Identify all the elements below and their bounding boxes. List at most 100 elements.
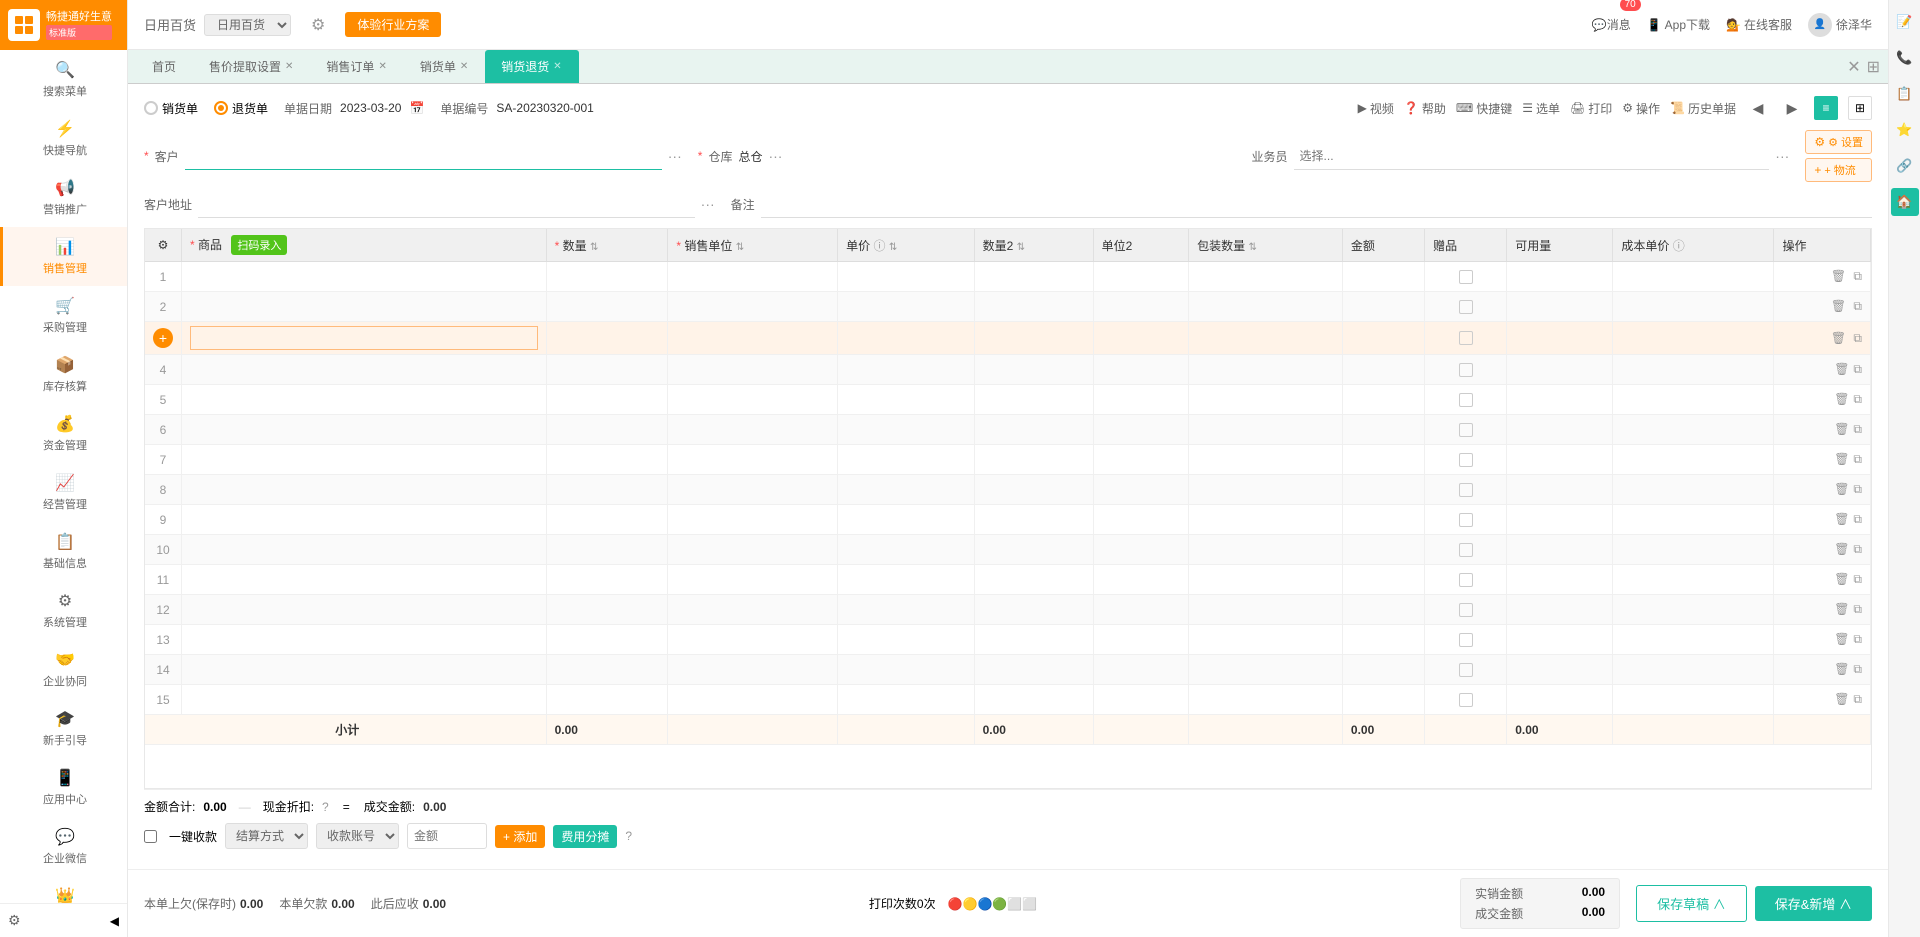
gift-checkbox-12[interactable] bbox=[1459, 603, 1473, 617]
next-record-btn[interactable]: ▶ bbox=[1780, 96, 1804, 120]
prev-record-btn[interactable]: ◀ bbox=[1746, 96, 1770, 120]
sidebar-item-app-center[interactable]: 📱 应用中心 bbox=[0, 758, 127, 817]
sidebar-item-guide[interactable]: 🎓 新手引导 bbox=[0, 699, 127, 758]
sidebar-item-member[interactable]: 👑 畅会员 bbox=[0, 876, 127, 903]
app-download-btn[interactable]: 📱 App下载 bbox=[1647, 16, 1710, 33]
delete-icon-1[interactable]: 🗑 bbox=[1831, 269, 1846, 283]
sidebar-item-weixin[interactable]: 💬 企业微信 bbox=[0, 817, 127, 876]
payment-method-select[interactable]: 结算方式 bbox=[225, 823, 308, 849]
copy-icon-2[interactable]: ⧉ bbox=[1853, 299, 1862, 313]
fee-split-btn[interactable]: 费用分摊 bbox=[553, 825, 617, 848]
right-panel-phone[interactable]: 📞 bbox=[1891, 44, 1919, 72]
view-list-btn[interactable]: ≡ bbox=[1814, 96, 1838, 120]
shortcut-action[interactable]: ⌨ 快捷键 bbox=[1456, 100, 1512, 117]
settings-gear-btn[interactable]: ⚙ bbox=[299, 11, 337, 39]
save-draft-btn[interactable]: 保存草稿 ∧ bbox=[1636, 885, 1747, 922]
sidebar-item-enterprise[interactable]: 🤝 企业协同 bbox=[0, 640, 127, 699]
right-panel-link[interactable]: 🔗 bbox=[1891, 152, 1919, 180]
sidebar-item-finance[interactable]: 💰 资金管理 bbox=[0, 404, 127, 463]
warehouse-select-btn[interactable]: ··· bbox=[768, 148, 782, 164]
gift-checkbox-9[interactable] bbox=[1459, 513, 1473, 527]
right-panel-notes[interactable]: 📝 bbox=[1891, 8, 1919, 36]
settings-btn[interactable]: ⚙ ⚙ 设置 bbox=[1805, 130, 1872, 154]
gift-checkbox-14[interactable] bbox=[1459, 663, 1473, 677]
scan-btn[interactable]: 扫码录入 bbox=[231, 235, 287, 255]
tab-close-all-btn[interactable]: ✕ bbox=[1847, 57, 1860, 77]
delete-icon-9[interactable]: 🗑 bbox=[1834, 512, 1849, 526]
tab-sales-delivery[interactable]: 销货单 ✕ bbox=[404, 50, 485, 83]
radio-sale[interactable]: 销货单 bbox=[144, 100, 198, 117]
delete-icon-13[interactable]: 🗑 bbox=[1834, 632, 1849, 646]
gift-checkbox-7[interactable] bbox=[1459, 453, 1473, 467]
table-settings-icon[interactable]: ⚙ bbox=[158, 238, 169, 252]
staff-select-btn[interactable]: ··· bbox=[1775, 148, 1789, 164]
sidebar-settings-icon[interactable]: ⚙ bbox=[8, 912, 21, 929]
copy-icon-7[interactable]: ⧉ bbox=[1853, 452, 1862, 466]
video-action[interactable]: ▶ 视频 bbox=[1358, 100, 1394, 117]
sidebar-item-basic-info[interactable]: 📋 基础信息 bbox=[0, 522, 127, 581]
user-info[interactable]: 👤 徐泽华 bbox=[1808, 13, 1872, 37]
delete-icon-8[interactable]: 🗑 bbox=[1834, 482, 1849, 496]
add-row-btn[interactable]: + bbox=[153, 328, 173, 348]
tab-close-sales-delivery[interactable]: ✕ bbox=[460, 61, 468, 72]
note-input[interactable] bbox=[761, 190, 1872, 218]
gift-checkbox-6[interactable] bbox=[1459, 423, 1473, 437]
gift-checkbox-8[interactable] bbox=[1459, 483, 1473, 497]
copy-icon-10[interactable]: ⧉ bbox=[1853, 542, 1862, 556]
view-grid-btn[interactable]: ⊞ bbox=[1848, 96, 1872, 120]
qty-sort-icon[interactable]: ⇅ bbox=[590, 242, 598, 253]
copy-icon-4[interactable]: ⧉ bbox=[1853, 362, 1862, 376]
copy-icon-1[interactable]: ⧉ bbox=[1853, 269, 1862, 283]
add-btn[interactable]: + 添加 bbox=[495, 825, 545, 848]
staff-input[interactable] bbox=[1294, 142, 1770, 170]
select-action[interactable]: ☰ 选单 bbox=[1522, 100, 1560, 117]
tab-close-sales-order[interactable]: ✕ bbox=[378, 61, 386, 72]
gift-checkbox-4[interactable] bbox=[1459, 363, 1473, 377]
right-panel-home[interactable]: 🏠 bbox=[1891, 188, 1919, 216]
gift-checkbox-15[interactable] bbox=[1459, 693, 1473, 707]
right-panel-star[interactable]: ⭐ bbox=[1891, 116, 1919, 144]
copy-icon-6[interactable]: ⧉ bbox=[1853, 422, 1862, 436]
customer-input[interactable] bbox=[185, 142, 662, 170]
sidebar-item-system[interactable]: ⚙ 系统管理 bbox=[0, 581, 127, 640]
tab-sales-order[interactable]: 销售订单 ✕ bbox=[310, 50, 403, 83]
delete-icon-2[interactable]: 🗑 bbox=[1831, 299, 1846, 313]
one-key-payment-checkbox[interactable] bbox=[144, 830, 157, 843]
copy-icon-8[interactable]: ⧉ bbox=[1853, 482, 1862, 496]
gift-checkbox-2[interactable] bbox=[1459, 300, 1473, 314]
print-action[interactable]: 🖨 打印 bbox=[1570, 100, 1612, 117]
pkgqty-sort-icon[interactable]: ⇅ bbox=[1249, 242, 1257, 253]
sidebar-item-quick-nav[interactable]: ⚡ 快捷导航 bbox=[0, 109, 127, 168]
customer-select-btn[interactable]: ··· bbox=[668, 148, 682, 164]
qty2-sort-icon[interactable]: ⇅ bbox=[1017, 242, 1025, 253]
unit-sort-icon[interactable]: ⇅ bbox=[736, 242, 744, 253]
delete-icon-4[interactable]: 🗑 bbox=[1834, 362, 1849, 376]
radio-return[interactable]: 退货单 bbox=[214, 100, 268, 117]
delete-icon-14[interactable]: 🗑 bbox=[1834, 662, 1849, 676]
product-input-3[interactable] bbox=[190, 326, 538, 350]
sidebar-item-inventory[interactable]: 📦 库存核算 bbox=[0, 345, 127, 404]
copy-icon-3[interactable]: ⧉ bbox=[1853, 331, 1862, 345]
logistics-btn[interactable]: + + 物流 bbox=[1805, 158, 1872, 182]
copy-icon-15[interactable]: ⧉ bbox=[1853, 692, 1862, 706]
history-action[interactable]: 📜 历史单据 bbox=[1670, 100, 1736, 117]
delete-icon-5[interactable]: 🗑 bbox=[1834, 392, 1849, 406]
gift-checkbox-13[interactable] bbox=[1459, 633, 1473, 647]
sidebar-item-search[interactable]: 🔍 搜索菜单 bbox=[0, 50, 127, 109]
delete-icon-11[interactable]: 🗑 bbox=[1834, 572, 1849, 586]
account-select[interactable]: 收款账号 bbox=[316, 823, 399, 849]
sidebar-collapse-icon[interactable]: ◀ bbox=[110, 914, 119, 928]
save-new-btn[interactable]: 保存&新增 ∧ bbox=[1755, 886, 1872, 921]
gift-checkbox-3[interactable] bbox=[1459, 331, 1473, 345]
calendar-icon[interactable]: 📅 bbox=[409, 101, 424, 115]
sidebar-item-marketing[interactable]: 📢 营销推广 bbox=[0, 168, 127, 227]
gift-checkbox-5[interactable] bbox=[1459, 393, 1473, 407]
price-sort-icon[interactable]: ⇅ bbox=[889, 242, 897, 253]
delete-icon-7[interactable]: 🗑 bbox=[1834, 452, 1849, 466]
copy-icon-5[interactable]: ⧉ bbox=[1853, 392, 1862, 406]
copy-icon-11[interactable]: ⧉ bbox=[1853, 572, 1862, 586]
tab-close-price-setting[interactable]: ✕ bbox=[285, 61, 293, 72]
delete-icon-3[interactable]: 🗑 bbox=[1831, 331, 1846, 345]
sidebar-item-operations[interactable]: 📈 经营管理 bbox=[0, 463, 127, 522]
tab-home[interactable]: 首页 bbox=[136, 50, 193, 83]
